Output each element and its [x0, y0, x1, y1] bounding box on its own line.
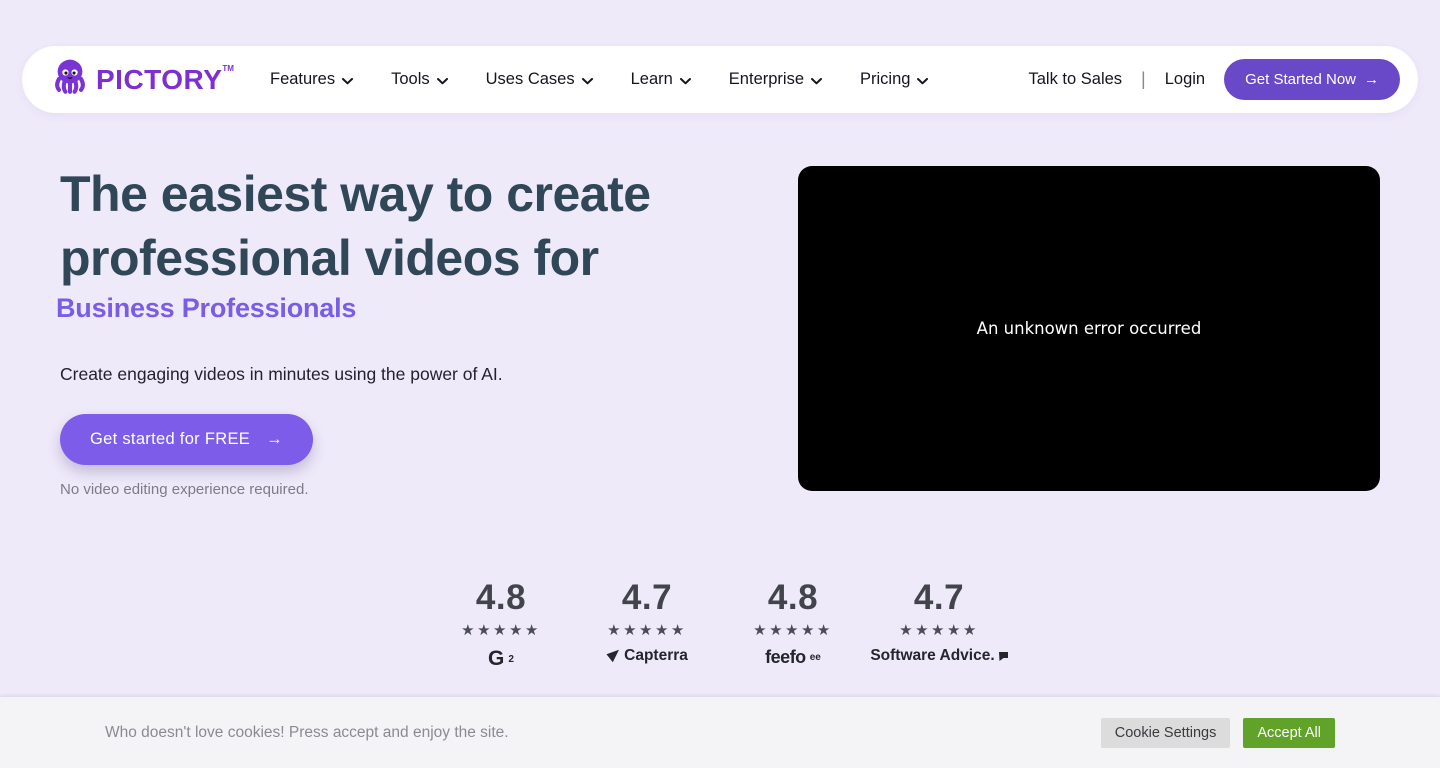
capterra-flag-icon [606, 649, 620, 663]
feefo-logo: feefo ee [765, 647, 821, 667]
rating-badge-g2: 4.8 ★★★★★ G2 [428, 578, 574, 671]
star-rating-icon: ★★★★★ [753, 622, 833, 639]
nav-right-group: Talk to Sales | Login Get Started Now → [1029, 59, 1400, 100]
nav-item-pricing[interactable]: Pricing [860, 70, 929, 89]
get-started-now-button[interactable]: Get Started Now → [1224, 59, 1400, 100]
nav-item-learn[interactable]: Learn [631, 70, 691, 89]
octopus-icon [55, 59, 85, 94]
hero-subtitle: Create engaging videos in minutes using … [60, 364, 503, 384]
rating-badges-row: 4.8 ★★★★★ G2 4.7 ★★★★★ Capterra 4.8 ★★★★… [428, 578, 1012, 671]
cookie-settings-button[interactable]: Cookie Settings [1100, 717, 1231, 748]
chevron-down-icon [811, 77, 822, 84]
chevron-down-icon [917, 77, 929, 84]
hero-title-highlight: Business Professionals [56, 293, 357, 323]
talk-to-sales-link[interactable]: Talk to Sales [1029, 70, 1123, 89]
login-link[interactable]: Login [1165, 70, 1205, 89]
brand-wordmark: PICTORY [96, 63, 223, 95]
chevron-down-icon [581, 77, 593, 84]
nav-item-enterprise[interactable]: Enterprise [729, 70, 822, 89]
star-rating-icon: ★★★★★ [899, 622, 979, 639]
hero-video-player[interactable]: An unknown error occurred [798, 166, 1380, 491]
arrow-right-icon: → [266, 430, 283, 448]
arrow-right-icon: → [1364, 71, 1379, 88]
star-rating-icon: ★★★★★ [461, 622, 541, 639]
nav-item-use-cases[interactable]: Uses Cases [486, 70, 593, 89]
page-title: The easiest way to create professional v… [60, 166, 651, 286]
rating-badge-feefo: 4.8 ★★★★★ feefo ee [720, 578, 866, 671]
nav-divider: | [1141, 69, 1146, 89]
hero-section: The easiest way to create professional v… [56, 162, 740, 498]
software-advice-logo: Software Advice. [866, 647, 1012, 665]
brand-trademark: TM [222, 63, 234, 73]
accept-all-button[interactable]: Accept All [1243, 717, 1335, 748]
chevron-down-icon [342, 77, 354, 84]
cookie-actions: Cookie Settings Accept All [1100, 717, 1335, 748]
capterra-logo: Capterra [574, 647, 720, 665]
video-error-message: An unknown error occurred [976, 319, 1202, 338]
nav-item-tools[interactable]: Tools [391, 70, 448, 89]
g2-logo: G2 [488, 647, 514, 670]
chevron-down-icon [436, 77, 448, 84]
nav-item-features[interactable]: Features [270, 70, 354, 89]
speech-bubble-icon [998, 651, 1008, 661]
cookie-banner: Who doesn't love cookies! Press accept a… [0, 697, 1440, 768]
pictory-logo[interactable]: PICTORY TM [48, 58, 234, 102]
get-started-free-button[interactable]: Get started for FREE → [60, 414, 313, 465]
rating-badge-software-advice: 4.7 ★★★★★ Software Advice. [866, 578, 1012, 671]
cookie-message: Who doesn't love cookies! Press accept a… [105, 723, 509, 741]
rating-badge-capterra: 4.7 ★★★★★ Capterra [574, 578, 720, 671]
top-navigation-bar: PICTORY TM Features Tools Uses Cases Lea… [22, 46, 1418, 113]
main-menu: Features Tools Uses Cases Learn Enterpri… [270, 70, 929, 89]
star-rating-icon: ★★★★★ [607, 622, 687, 639]
hero-note: No video editing experience required. [60, 481, 309, 498]
chevron-down-icon [679, 77, 691, 84]
